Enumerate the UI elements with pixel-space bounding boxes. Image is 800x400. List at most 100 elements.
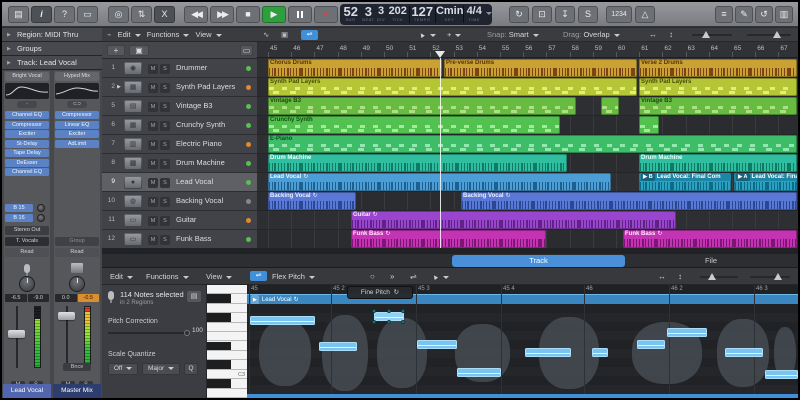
play-button[interactable]: ▶	[262, 6, 286, 23]
edit-menu[interactable]: Edit	[118, 30, 141, 39]
stereo-format-button[interactable]: ⊂⊃	[67, 101, 87, 108]
duplicate-track-button[interactable]: ▣	[129, 45, 149, 56]
vzoom-icon[interactable]: ↕	[669, 28, 673, 42]
black-key[interactable]	[207, 379, 247, 389]
functions-menu[interactable]: Functions	[147, 30, 190, 39]
editor-pointer-tool[interactable]: ▲	[431, 268, 450, 286]
note-handle[interactable]	[372, 309, 376, 313]
track-solo-button[interactable]: S	[160, 140, 170, 150]
track-header-config-button[interactable]: ▭	[240, 45, 253, 56]
region-backing-vocal[interactable]: Backing Vocal ↻	[461, 191, 797, 210]
low-latency-icon[interactable]: ↧	[555, 6, 575, 23]
vertical-zoom-slider[interactable]	[692, 31, 732, 38]
group-slot[interactable]: Group	[55, 237, 99, 246]
track-solo-button[interactable]: S	[160, 197, 170, 207]
inspector-icon[interactable]: i	[31, 6, 52, 23]
group-slot[interactable]: T. Vocals	[5, 237, 49, 246]
library-icon[interactable]: ▤	[8, 6, 29, 23]
white-key[interactable]	[207, 388, 247, 398]
send-slot-b-15[interactable]: B 15	[5, 204, 33, 212]
scale-root-select[interactable]: Off	[108, 363, 138, 375]
track-solo-button[interactable]: S	[160, 216, 170, 226]
black-key[interactable]	[207, 341, 247, 351]
tools-icon[interactable]: X	[154, 6, 175, 23]
note-handle[interactable]	[401, 320, 405, 324]
flex-pitch-note[interactable]	[725, 348, 763, 357]
plugin-slot-exciter[interactable]: Exciter	[55, 130, 99, 138]
browsers-icon[interactable]: ▥	[775, 6, 793, 23]
list-editors-icon[interactable]: ≡	[715, 6, 733, 23]
plugin-slot-linear-eq[interactable]: Linear EQ	[55, 120, 99, 129]
track-mute-button[interactable]: M	[148, 178, 158, 188]
white-key[interactable]	[207, 350, 247, 361]
smart-controls-icon[interactable]: ◎	[108, 6, 129, 23]
white-key[interactable]: C3	[207, 369, 247, 380]
flex-pitch-note[interactable]	[667, 328, 707, 337]
channel-setting-button[interactable]: Hyped Mix	[55, 72, 99, 81]
note-handle[interactable]	[387, 309, 391, 313]
track-inspector-row[interactable]: ▶ Track: Lead Vocal	[2, 56, 102, 70]
white-key[interactable]	[207, 303, 247, 314]
region-lead-vocal-final-co[interactable]: ▶ ALead Vocal: Final Co	[734, 172, 797, 191]
plugin-slot-channel-eq[interactable]: Channel EQ	[5, 168, 49, 176]
fader-cap[interactable]	[58, 312, 75, 320]
catch-playhead-icon[interactable]: »	[390, 268, 394, 285]
track-mute-button[interactable]: M	[148, 102, 158, 112]
region-synth-pad-layers[interactable]: Synth Pad Layers	[268, 77, 637, 96]
metronome-icon[interactable]: △	[635, 6, 655, 23]
track-mute-button[interactable]: M	[148, 64, 158, 74]
region-pre-verse-drums[interactable]: Pre-verse Drums	[444, 58, 637, 77]
note-handle[interactable]	[401, 309, 405, 313]
plugin-slot-adlimit[interactable]: AdLimit	[55, 139, 99, 148]
editor-view-menu[interactable]: View	[206, 268, 233, 285]
note-pads-icon[interactable]: ✎	[735, 6, 753, 23]
fader-cap[interactable]	[8, 330, 25, 338]
piano-keyboard[interactable]: C3	[207, 285, 247, 398]
snap-menu[interactable]: Snap: Smart	[487, 28, 539, 42]
white-key[interactable]	[207, 332, 247, 342]
track-header-electric-piano[interactable]: 7 ▥ M S Electric Piano	[102, 135, 257, 154]
forward-button[interactable]: ▶▶	[210, 6, 234, 23]
track-mute-button[interactable]: M	[148, 121, 158, 131]
secondary-tool-menu[interactable]: +	[447, 28, 462, 42]
track-header-drum-machine[interactable]: 8 ▩ M S Drum Machine	[102, 154, 257, 173]
region-funk-bass[interactable]: Funk Bass ↻	[351, 229, 546, 248]
volume-fader[interactable]	[53, 304, 101, 370]
note-handle[interactable]	[387, 320, 391, 324]
bounce-button[interactable]: Bnce	[63, 363, 91, 371]
region-synth-pad-layers[interactable]: Synth Pad Layers	[639, 77, 797, 96]
region-verse-2-drums[interactable]: Verse 2 Drums	[639, 58, 797, 77]
white-key[interactable]	[207, 322, 247, 333]
editor-ruler[interactable]: 45 45 2 45 3 45 4 46 46 2 46 3	[247, 285, 798, 294]
flex-icon[interactable]: ⇌	[250, 271, 267, 281]
hzoom-icon[interactable]: ↔	[649, 28, 657, 42]
track-solo-button[interactable]: S	[160, 102, 170, 112]
black-key[interactable]	[207, 360, 247, 370]
region-guitar[interactable]: Guitar ↻	[351, 210, 676, 229]
flex-pitch-note[interactable]	[250, 316, 315, 325]
output-slot[interactable]: Stereo Out	[5, 226, 49, 235]
marquee-icon[interactable]: ▣	[281, 28, 288, 42]
region-crunchy-synth[interactable]: Crunchy Synth	[268, 115, 560, 134]
groups-inspector-row[interactable]: ▶ Groups	[2, 42, 102, 56]
track-header-funk-bass[interactable]: 12 ▭ M S Funk Bass	[102, 230, 257, 249]
flex-pitch-note[interactable]	[457, 368, 501, 377]
white-key[interactable]	[207, 285, 247, 295]
track-mute-button[interactable]: M	[148, 140, 158, 150]
track-header-synth-pad-layers[interactable]: 2 ▶ ▦ M S Synth Pad Layers	[102, 78, 257, 97]
eq-thumbnail[interactable]	[55, 83, 99, 99]
flex-pitch-note[interactable]	[319, 342, 357, 351]
track-solo-button[interactable]: S	[160, 83, 170, 93]
flex-pitch-note[interactable]	[765, 370, 798, 379]
eq-thumbnail[interactable]	[5, 83, 49, 99]
send-knob[interactable]	[37, 214, 45, 222]
cycle-icon[interactable]: ↻	[509, 6, 529, 23]
disclosure-icon[interactable]: ▶	[117, 78, 121, 96]
region-drum-machine[interactable]: Drum Machine	[268, 153, 567, 172]
track-mute-button[interactable]: M	[148, 235, 158, 245]
pause-button[interactable]	[288, 6, 312, 23]
editor-vzoom-icon[interactable]: ↕	[678, 268, 682, 285]
peak-value[interactable]: -9.0	[27, 294, 49, 302]
take-badge[interactable]: ▶ B	[641, 172, 655, 181]
drag-menu[interactable]: Drag: Overlap	[563, 28, 620, 42]
